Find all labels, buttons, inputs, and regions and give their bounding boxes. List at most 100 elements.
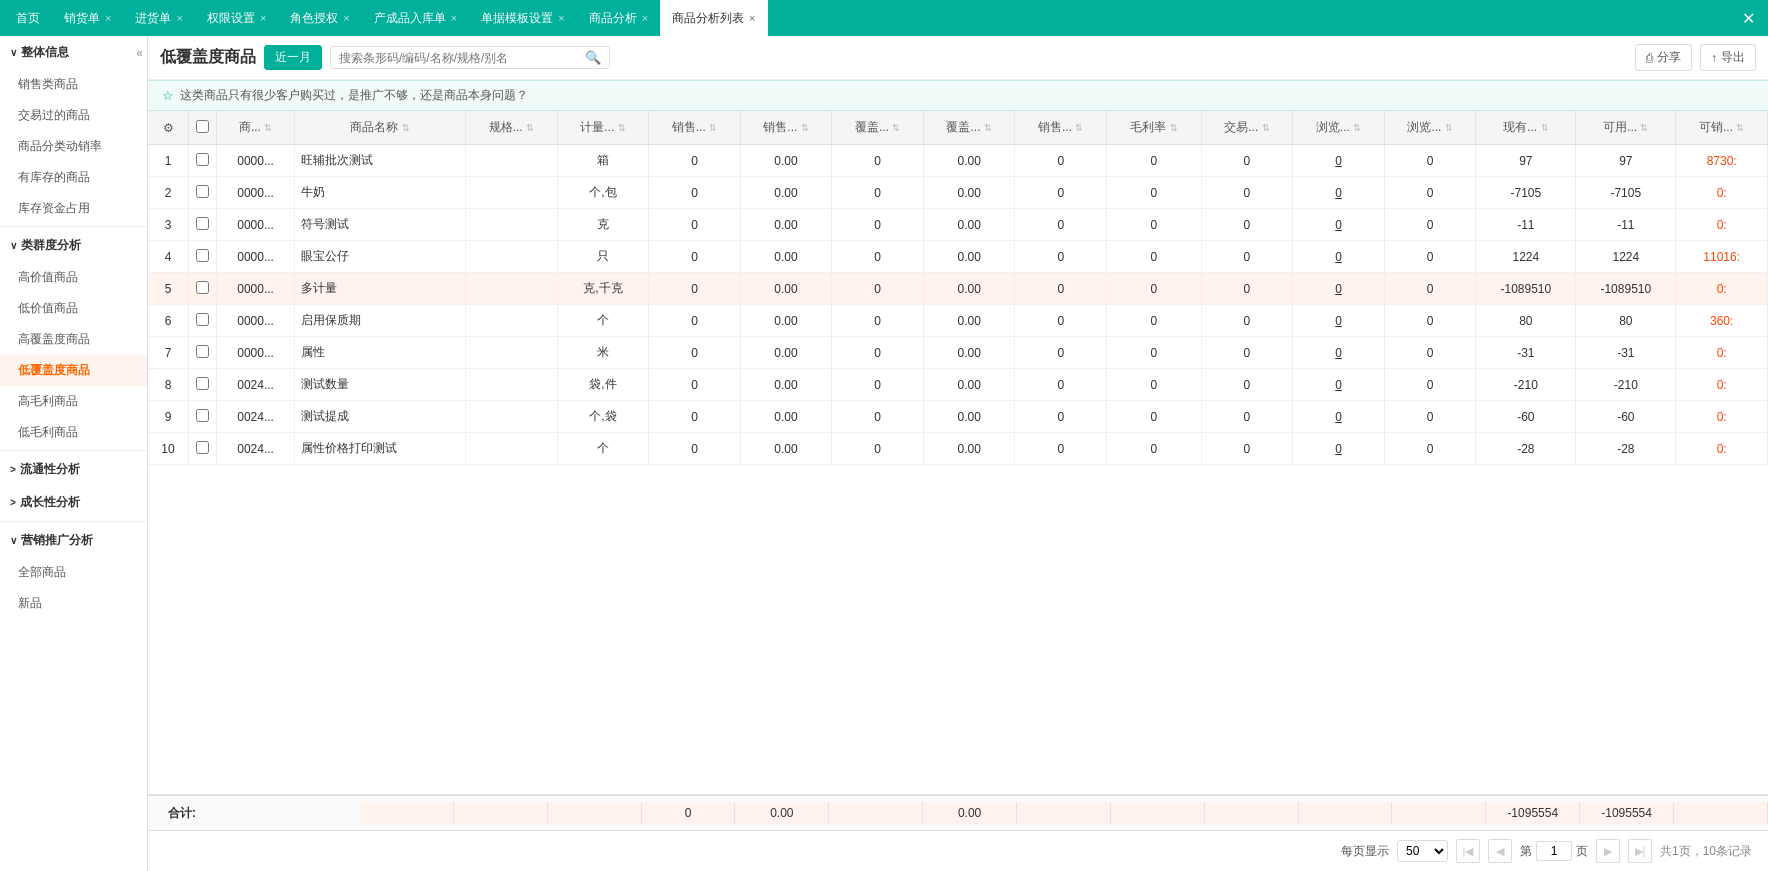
sidebar-item-all-goods[interactable]: 全部商品 — [0, 557, 147, 588]
search-icon[interactable]: 🔍 — [585, 50, 601, 65]
page-last-button[interactable]: ▶| — [1628, 839, 1652, 863]
date-filter-month[interactable]: 近一月 — [264, 45, 322, 70]
col-sellable[interactable]: 可销... ⇅ — [1676, 111, 1768, 145]
cell-browse1[interactable]: 0 — [1293, 369, 1385, 401]
col-trade[interactable]: 交易... ⇅ — [1201, 111, 1293, 145]
col-sales-amount[interactable]: 销售... ⇅ — [740, 111, 832, 145]
sidebar-collapse-btn[interactable]: « — [136, 46, 143, 60]
sidebar-item-inventory-capital[interactable]: 库存资金占用 — [0, 193, 147, 224]
sidebar-item-traded-goods[interactable]: 交易过的商品 — [0, 100, 147, 131]
nav-analysis-list[interactable]: 商品分析列表 × — [660, 0, 767, 36]
cell-sales-qty: 0 — [649, 209, 741, 241]
nav-analysis-close[interactable]: × — [642, 12, 648, 24]
cell-sales-qty: 0 — [649, 305, 741, 337]
nav-sales[interactable]: 销货单 × — [52, 0, 123, 36]
col-sales-qty[interactable]: 销售... ⇅ — [649, 111, 741, 145]
sidebar-item-sales-goods[interactable]: 销售类商品 — [0, 69, 147, 100]
nav-roles-close[interactable]: × — [343, 12, 349, 24]
select-all-checkbox[interactable] — [196, 120, 209, 133]
page-next-button[interactable]: ▶ — [1596, 839, 1620, 863]
cell-browse1[interactable]: 0 — [1293, 209, 1385, 241]
col-name[interactable]: 商品名称 ⇅ — [295, 111, 466, 145]
cell-browse1[interactable]: 0 — [1293, 241, 1385, 273]
sidebar-section-overall[interactable]: ∨ 整体信息 « — [0, 36, 147, 69]
row-checkbox[interactable] — [196, 217, 209, 230]
sidebar-item-low-value[interactable]: 低价值商品 — [0, 293, 147, 324]
nav-permissions-close[interactable]: × — [260, 12, 266, 24]
cell-curr-stock: 80 — [1476, 305, 1576, 337]
cell-browse1[interactable]: 0 — [1293, 273, 1385, 305]
row-checkbox[interactable] — [196, 249, 209, 262]
row-checkbox[interactable] — [196, 153, 209, 166]
cell-cov1: 0 — [832, 145, 924, 177]
cell-browse1[interactable]: 0 — [1293, 177, 1385, 209]
nav-purchase[interactable]: 进货单 × — [123, 0, 194, 36]
cell-trade: 0 — [1201, 209, 1293, 241]
row-checkbox[interactable] — [196, 281, 209, 294]
sort-icon-sales-amount: ⇅ — [801, 123, 809, 133]
col-browse1[interactable]: 浏览... ⇅ — [1293, 111, 1385, 145]
cell-no: 5 — [148, 273, 189, 305]
search-input[interactable] — [339, 51, 585, 65]
col-coverage1[interactable]: 覆盖... ⇅ — [832, 111, 924, 145]
cell-gross: 0 — [1107, 209, 1202, 241]
nav-analysis[interactable]: 商品分析 × — [577, 0, 660, 36]
col-code[interactable]: 商... ⇅ — [217, 111, 295, 145]
col-available-stock[interactable]: 可用... ⇅ — [1576, 111, 1676, 145]
nav-roles[interactable]: 角色授权 × — [278, 0, 361, 36]
nav-production[interactable]: 产成品入库单 × — [362, 0, 469, 36]
row-checkbox[interactable] — [196, 377, 209, 390]
col-settings[interactable]: ⚙ — [148, 111, 189, 145]
col-checkbox — [189, 111, 217, 145]
page-size-select[interactable]: 50 100 200 — [1397, 840, 1448, 862]
sidebar-section-growth[interactable]: > 成长性分析 — [0, 486, 147, 519]
sort-icon-code: ⇅ — [264, 123, 272, 133]
cell-browse1[interactable]: 0 — [1293, 337, 1385, 369]
cell-sales-d: 0 — [1015, 305, 1107, 337]
cell-curr-stock: -60 — [1476, 401, 1576, 433]
sidebar-item-new-goods[interactable]: 新品 — [0, 588, 147, 619]
row-checkbox[interactable] — [196, 345, 209, 358]
sidebar-item-low-margin[interactable]: 低毛利商品 — [0, 417, 147, 448]
page-prev-button[interactable]: ◀ — [1488, 839, 1512, 863]
col-unit[interactable]: 计量... ⇅ — [557, 111, 649, 145]
sidebar-section-quality[interactable]: ∨ 类群度分析 — [0, 229, 147, 262]
cell-browse1[interactable]: 0 — [1293, 305, 1385, 337]
nav-purchase-close[interactable]: × — [176, 12, 182, 24]
nav-sales-close[interactable]: × — [105, 12, 111, 24]
nav-analysis-list-close[interactable]: × — [749, 12, 755, 24]
row-checkbox[interactable] — [196, 313, 209, 326]
sidebar-section-flow[interactable]: > 流通性分析 — [0, 453, 147, 486]
sidebar-item-high-coverage[interactable]: 高覆盖度商品 — [0, 324, 147, 355]
col-sales-data[interactable]: 销售... ⇅ — [1015, 111, 1107, 145]
window-close-button[interactable]: ✕ — [1732, 2, 1764, 34]
cell-sales-d: 0 — [1015, 209, 1107, 241]
row-checkbox[interactable] — [196, 409, 209, 422]
col-current-stock[interactable]: 现有... ⇅ — [1476, 111, 1576, 145]
nav-production-close[interactable]: × — [451, 12, 457, 24]
page-first-button[interactable]: |◀ — [1456, 839, 1480, 863]
sidebar-section-marketing[interactable]: ∨ 营销推广分析 — [0, 524, 147, 557]
row-checkbox[interactable] — [196, 441, 209, 454]
cell-browse1[interactable]: 0 — [1293, 401, 1385, 433]
cell-browse1[interactable]: 0 — [1293, 433, 1385, 465]
nav-template[interactable]: 单据模板设置 × — [469, 0, 576, 36]
nav-home[interactable]: 首页 — [4, 0, 52, 36]
export-button[interactable]: ↑ 导出 — [1700, 44, 1756, 71]
sidebar-item-category-rate[interactable]: 商品分类动销率 — [0, 131, 147, 162]
row-checkbox[interactable] — [196, 185, 209, 198]
col-coverage2[interactable]: 覆盖... ⇅ — [923, 111, 1015, 145]
col-browse2[interactable]: 浏览... ⇅ — [1384, 111, 1476, 145]
settings-icon: ⚙ — [163, 121, 174, 135]
col-spec[interactable]: 规格... ⇅ — [466, 111, 558, 145]
page-number-input[interactable] — [1536, 841, 1572, 861]
sidebar-item-stocked-goods[interactable]: 有库存的商品 — [0, 162, 147, 193]
cell-browse1[interactable]: 0 — [1293, 145, 1385, 177]
share-button[interactable]: ⎙ 分享 — [1635, 44, 1692, 71]
col-gross-rate[interactable]: 毛利率 ⇅ — [1107, 111, 1202, 145]
sidebar-item-low-coverage[interactable]: 低覆盖度商品 — [0, 355, 147, 386]
sidebar-item-high-value[interactable]: 高价值商品 — [0, 262, 147, 293]
sidebar-item-high-margin[interactable]: 高毛利商品 — [0, 386, 147, 417]
nav-permissions[interactable]: 权限设置 × — [195, 0, 278, 36]
nav-template-close[interactable]: × — [558, 12, 564, 24]
